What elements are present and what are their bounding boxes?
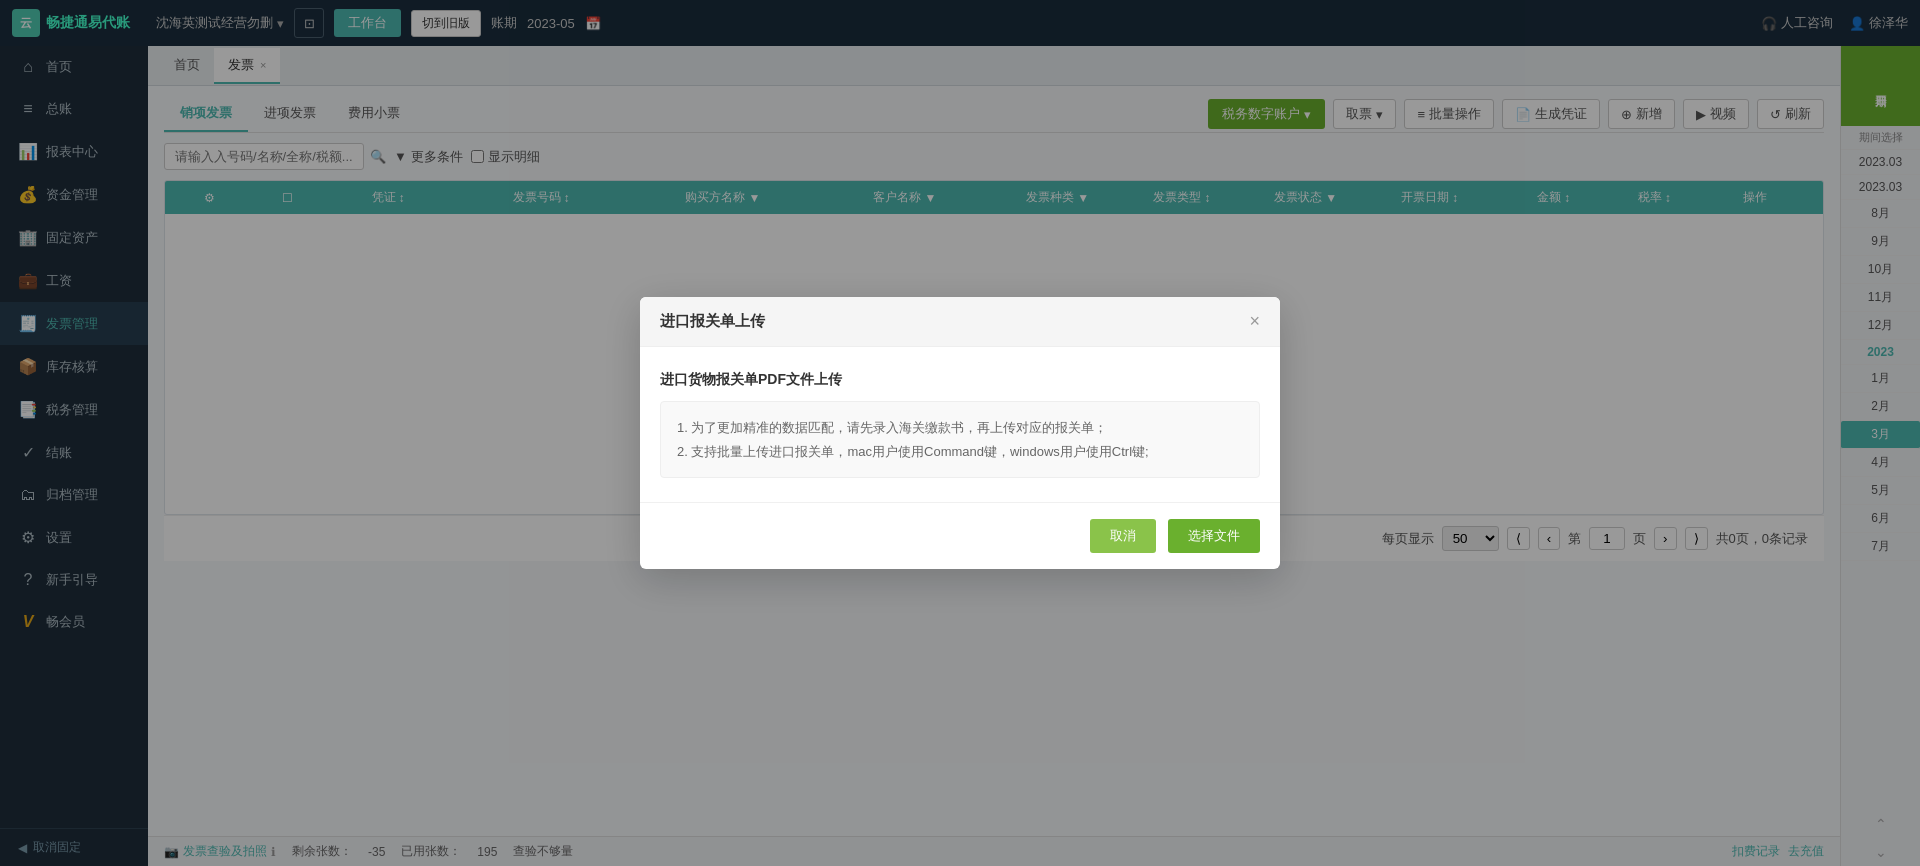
import-modal: 进口报关单上传 × 进口货物报关单PDF文件上传 1. 为了更加精准的数据匹配，… — [640, 297, 1280, 569]
modal-upload-title: 进口货物报关单PDF文件上传 — [660, 371, 1260, 389]
modal-close-btn[interactable]: × — [1249, 311, 1260, 332]
modal-overlay[interactable]: 进口报关单上传 × 进口货物报关单PDF文件上传 1. 为了更加精准的数据匹配，… — [0, 0, 1920, 866]
modal-body: 进口货物报关单PDF文件上传 1. 为了更加精准的数据匹配，请先录入海关缴款书，… — [640, 347, 1280, 502]
modal-title: 进口报关单上传 — [660, 312, 765, 331]
modal-info-line1: 1. 为了更加精准的数据匹配，请先录入海关缴款书，再上传对应的报关单； — [677, 416, 1243, 439]
modal-footer: 取消 选择文件 — [640, 502, 1280, 569]
modal-info-line2: 2. 支持批量上传进口报关单，mac用户使用Command键，windows用户… — [677, 440, 1243, 463]
modal-header: 进口报关单上传 × — [640, 297, 1280, 347]
modal-select-file-btn[interactable]: 选择文件 — [1168, 519, 1260, 553]
modal-info-box: 1. 为了更加精准的数据匹配，请先录入海关缴款书，再上传对应的报关单； 2. 支… — [660, 401, 1260, 478]
modal-cancel-btn[interactable]: 取消 — [1090, 519, 1156, 553]
